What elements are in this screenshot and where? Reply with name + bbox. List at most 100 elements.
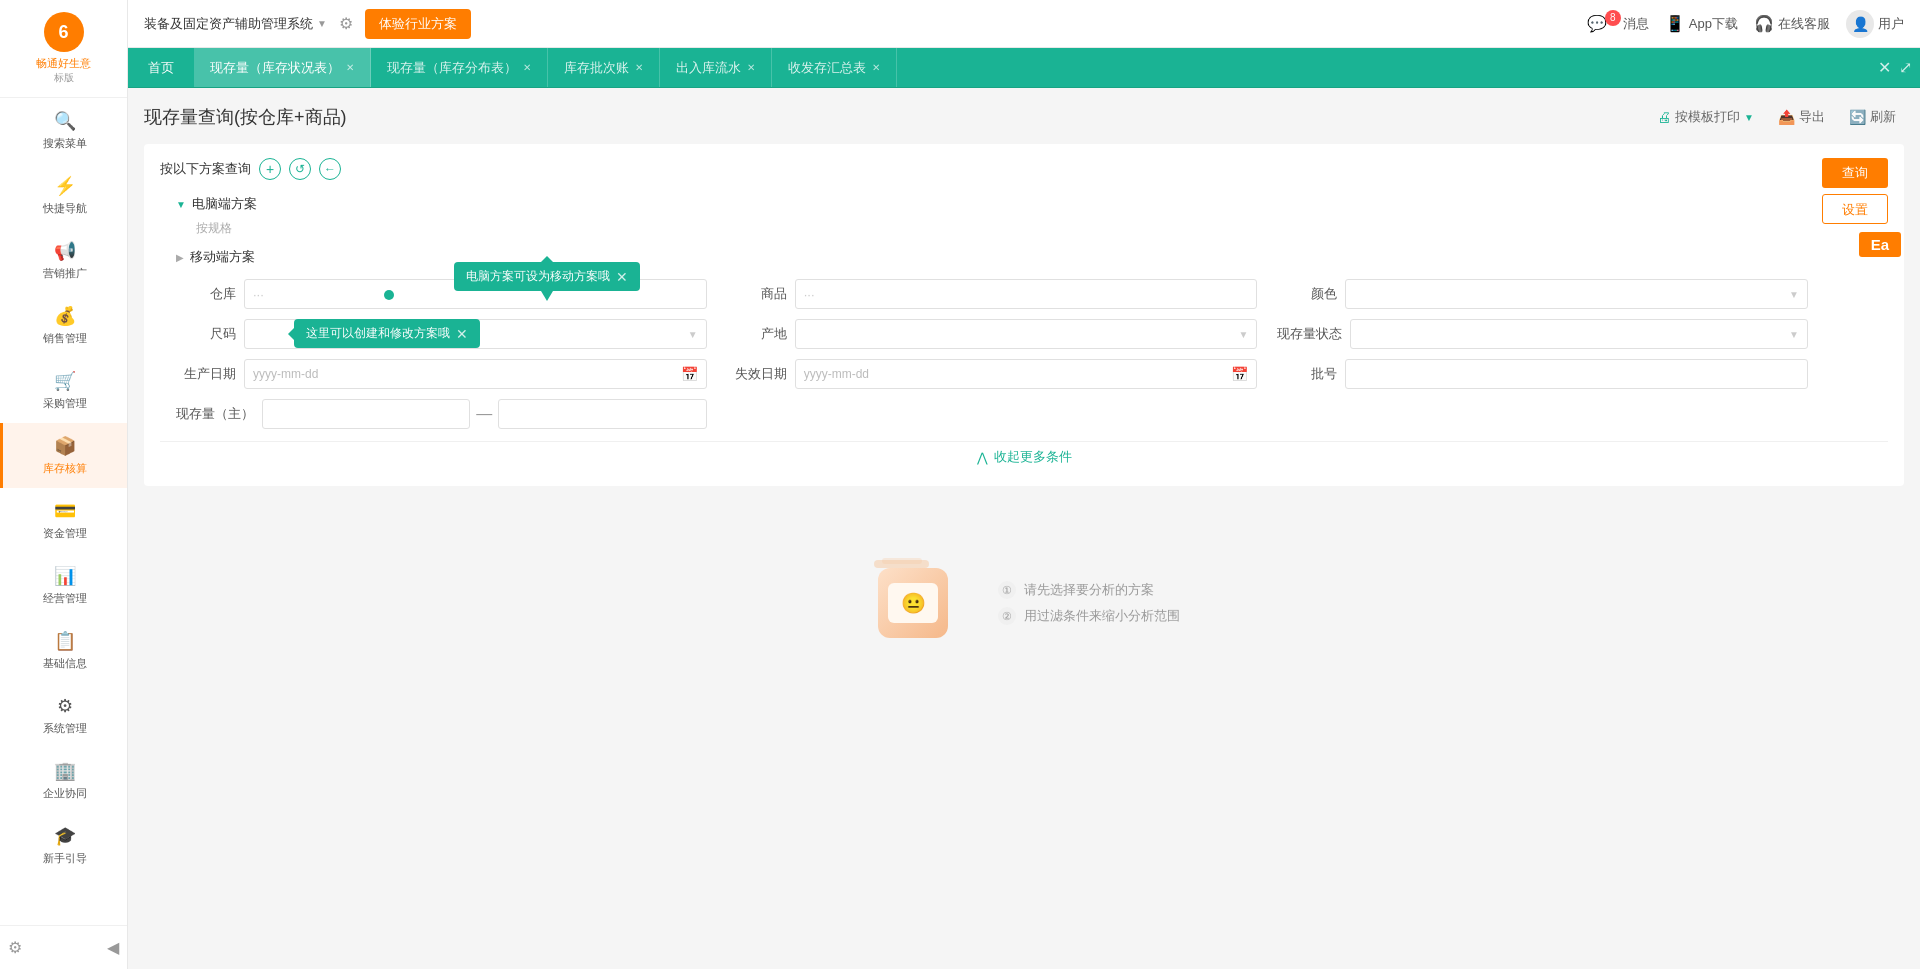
filter-back-button[interactable]: ← (319, 158, 341, 180)
tab-close-all-icon[interactable]: ✕ (1878, 58, 1891, 77)
tab-inventory-status[interactable]: 现存量（库存状况表） ✕ (194, 48, 371, 87)
print-button[interactable]: 🖨 按模板打印 ▼ (1649, 104, 1762, 130)
sidebar-item-operation[interactable]: 📊 经营管理 (0, 553, 127, 618)
sidebar-bottom: ⚙ ◀ (0, 925, 127, 969)
tab-home[interactable]: 首页 (128, 48, 194, 87)
sidebar-item-guide[interactable]: 🎓 新手引导 (0, 813, 127, 878)
filter-color-field: 颜色 ▼ (1277, 279, 1808, 309)
expire-date-placeholder: yyyy-mm-dd (804, 367, 1228, 381)
search-button[interactable]: 查询 (1822, 158, 1888, 188)
tooltip-edit-close[interactable]: ✕ (456, 326, 468, 342)
notification-action[interactable]: 💬 8 消息 (1587, 14, 1649, 33)
operation-icon: 📊 (54, 565, 76, 587)
export-button[interactable]: 📤 导出 (1770, 104, 1833, 130)
filter-stock-state-field: 现存量状态 ▼ (1277, 319, 1808, 349)
tab-inout-flow[interactable]: 出入库流水 ✕ (660, 48, 772, 87)
sidebar-item-purchase[interactable]: 🛒 采购管理 (0, 358, 127, 423)
expire-date-label: 失效日期 (727, 365, 787, 383)
stock-main-dash: — (476, 405, 492, 423)
sidebar-item-marketing[interactable]: 📢 营销推广 (0, 228, 127, 293)
scheme-tree: ▼ 电脑端方案 按规格 ▶ 移动端方案 (176, 192, 1888, 269)
sidebar-item-basic[interactable]: 📋 基础信息 (0, 618, 127, 683)
batch-no-input[interactable] (1345, 359, 1808, 389)
produce-date-input[interactable]: yyyy-mm-dd 📅 (244, 359, 707, 389)
size-label: 尺码 (176, 325, 236, 343)
sidebar-item-finance[interactable]: 💳 资金管理 (0, 488, 127, 553)
settings-bottom-icon[interactable]: ⚙ (8, 938, 22, 957)
system-title: 装备及固定资产辅助管理系统 (144, 15, 313, 33)
produce-date-label: 生产日期 (176, 365, 236, 383)
tooltip-scheme-close[interactable]: ✕ (616, 269, 628, 285)
produce-date-placeholder: yyyy-mm-dd (253, 367, 677, 381)
scheme-desktop-label: 电脑端方案 (192, 195, 257, 213)
app-label: App下载 (1689, 15, 1738, 33)
warehouse-label: 仓库 (176, 285, 236, 303)
goods-input[interactable]: ··· (795, 279, 1258, 309)
origin-select[interactable]: ▼ (795, 319, 1258, 349)
expire-date-input[interactable]: yyyy-mm-dd 📅 (795, 359, 1258, 389)
filter-row-1: 仓库 ··· 商品 ··· 颜色 (176, 279, 1888, 309)
logo-text: 畅通好生意 标版 (36, 56, 91, 85)
scheme-mobile[interactable]: ▶ 移动端方案 (176, 245, 1888, 269)
page-content: 现存量查询(按仓库+商品) 🖨 按模板打印 ▼ 📤 导出 🔄 刷新 (128, 88, 1920, 969)
close-tab-inventory-dist[interactable]: ✕ (523, 62, 531, 73)
empty-box-icon: 😐 (878, 568, 948, 638)
sidebar-item-system[interactable]: ⚙ 系统管理 (0, 683, 127, 748)
stock-main-max-input[interactable] (498, 399, 706, 429)
ea-badge[interactable]: Ea (1859, 232, 1901, 257)
close-tab-inout-flow[interactable]: ✕ (747, 62, 755, 73)
support-action[interactable]: 🎧 在线客服 (1754, 14, 1830, 33)
dot-indicator (384, 290, 394, 300)
produce-date-calendar-icon: 📅 (681, 366, 698, 382)
sidebar-item-sales[interactable]: 💰 销售管理 (0, 293, 127, 358)
refresh-button[interactable]: 🔄 刷新 (1841, 104, 1904, 130)
app-download-action[interactable]: 📱 App下载 (1665, 14, 1738, 33)
close-tab-recv-summary[interactable]: ✕ (872, 62, 880, 73)
tab-recv-summary[interactable]: 收发存汇总表 ✕ (772, 48, 897, 87)
search-icon: 🔍 (54, 110, 76, 132)
collapse-arrow: ⋀ (977, 450, 988, 465)
sidebar-item-quick[interactable]: ⚡ 快捷导航 (0, 163, 127, 228)
filter-panel: 按以下方案查询 + ↺ ← ▼ 电脑端方案 按规格 ▶ 移动端方案 (144, 144, 1904, 486)
close-tab-inventory-status[interactable]: ✕ (346, 62, 354, 73)
stock-main-min-input[interactable] (262, 399, 470, 429)
page-title-bar: 现存量查询(按仓库+商品) 🖨 按模板打印 ▼ 📤 导出 🔄 刷新 (144, 104, 1904, 130)
notification-badge: 8 (1605, 10, 1621, 26)
tab-fullscreen-icon[interactable]: ⤢ (1899, 58, 1912, 77)
scheme-desktop[interactable]: ▼ 电脑端方案 (176, 192, 1888, 216)
color-select[interactable]: ▼ (1345, 279, 1808, 309)
expire-date-calendar-icon: 📅 (1231, 366, 1248, 382)
collapse-filter-button[interactable]: ⋀ 收起更多条件 (160, 441, 1888, 472)
filter-header-label: 按以下方案查询 (160, 160, 251, 178)
export-icon: 📤 (1778, 109, 1795, 125)
sidebar-item-enterprise[interactable]: 🏢 企业协同 (0, 748, 127, 813)
tab-inventory-dist[interactable]: 现存量（库存分布表） ✕ (371, 48, 548, 87)
sidebar-item-inventory[interactable]: 📦 库存核算 (0, 423, 127, 488)
notification-label: 消息 (1623, 15, 1649, 33)
filter-add-button[interactable]: + (259, 158, 281, 180)
header-right: 💬 8 消息 📱 App下载 🎧 在线客服 👤 用户 (1587, 10, 1904, 38)
size-arrow: ▼ (688, 329, 698, 340)
collapse-sidebar-icon[interactable]: ◀ (107, 938, 119, 957)
reset-filter-button[interactable]: 设置 (1822, 194, 1888, 224)
close-tab-batch-ledger[interactable]: ✕ (635, 62, 643, 73)
system-icon: ⚙ (57, 695, 73, 717)
tab-batch-ledger[interactable]: 库存批次账 ✕ (548, 48, 660, 87)
scheme-sub-item[interactable]: 按规格 (196, 218, 1888, 239)
user-action[interactable]: 👤 用户 (1846, 10, 1904, 38)
tooltip-scheme-text: 电脑方案可设为移动方案哦 (466, 268, 610, 285)
filter-batch-no-field: 批号 (1277, 359, 1808, 389)
sidebar-logo: 6 畅通好生意 标版 (0, 0, 127, 98)
system-title-dropdown[interactable]: 装备及固定资产辅助管理系统 ▼ (144, 15, 327, 33)
trial-button[interactable]: 体验行业方案 (365, 9, 471, 39)
stock-state-arrow: ▼ (1789, 329, 1799, 340)
sidebar-item-search[interactable]: 🔍 搜索菜单 (0, 98, 127, 163)
header-settings-icon[interactable]: ⚙ (339, 14, 353, 33)
stock-state-select[interactable]: ▼ (1350, 319, 1808, 349)
refresh-label: 刷新 (1870, 108, 1896, 126)
filter-goods-field: 商品 ··· (727, 279, 1258, 309)
tip-num-1: ① (998, 581, 1016, 599)
filter-fields-area: 仓库 ··· 商品 ··· 颜色 (176, 279, 1888, 429)
filter-reset-button[interactable]: ↺ (289, 158, 311, 180)
user-label: 用户 (1878, 15, 1904, 33)
